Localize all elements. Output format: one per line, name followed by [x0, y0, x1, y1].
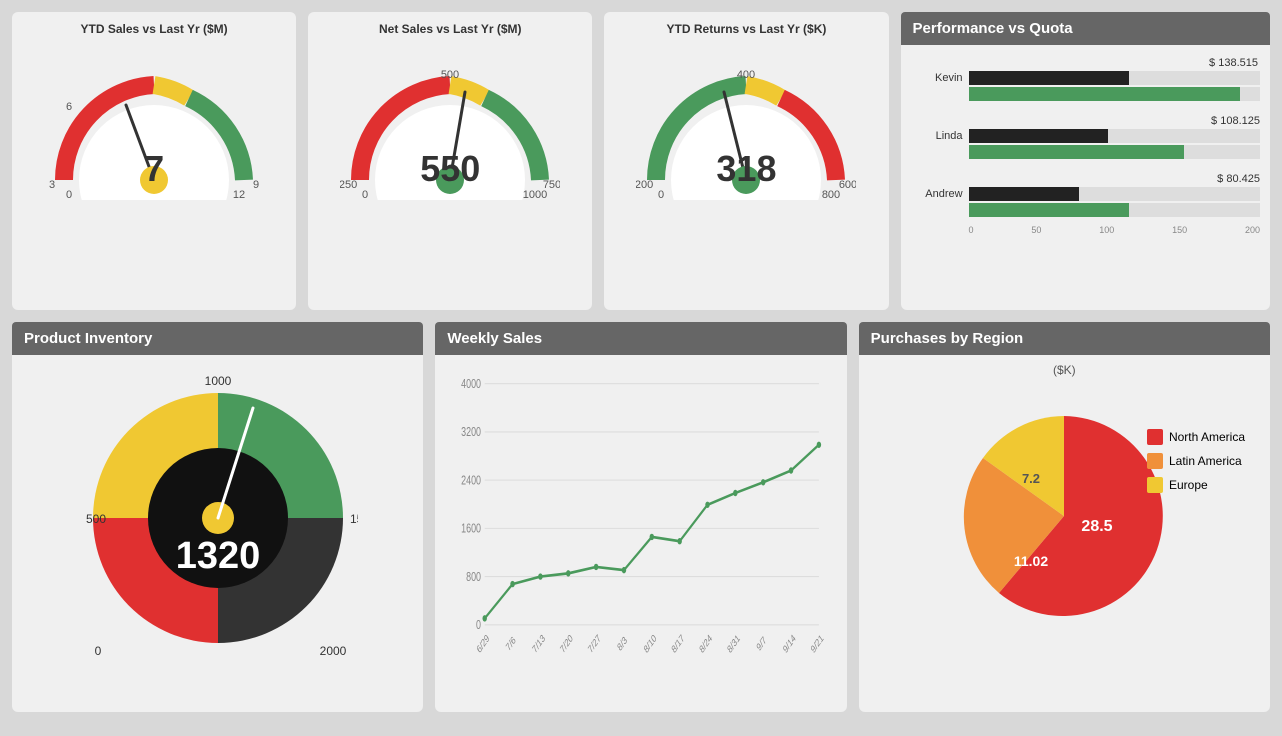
svg-text:9/21: 9/21 [810, 632, 826, 655]
ytd-sales-gauge: 3 6 9 0 12 7 [44, 40, 264, 200]
svg-text:8/10: 8/10 [642, 632, 658, 655]
svg-text:1500: 1500 [350, 512, 358, 526]
legend-north-america: North America [1147, 429, 1245, 445]
svg-text:1320: 1320 [175, 535, 260, 577]
linda-label: Linda [911, 130, 963, 142]
svg-text:0: 0 [362, 189, 368, 200]
ytd-returns-title: YTD Returns vs Last Yr ($K) [667, 22, 827, 36]
svg-text:800: 800 [466, 570, 481, 584]
kevin-label: Kevin [911, 72, 963, 84]
svg-text:7.2: 7.2 [1022, 471, 1040, 486]
perf-row-kevin: $ 138.515 Kevin [911, 57, 1260, 101]
svg-text:6: 6 [66, 101, 72, 113]
svg-text:2000: 2000 [319, 644, 346, 658]
perf-row-linda: $ 108.125 Linda [911, 115, 1260, 159]
north-america-label: North America [1169, 430, 1245, 444]
ytd-returns-value: 318 [636, 148, 856, 190]
purchases-unit: ($K) [869, 363, 1260, 377]
svg-text:8/17: 8/17 [670, 632, 686, 655]
purchases-title: Purchases by Region [859, 322, 1270, 355]
ytd-sales-title: YTD Sales vs Last Yr ($M) [81, 22, 228, 36]
svg-text:1000: 1000 [204, 374, 231, 388]
svg-text:9/7: 9/7 [755, 634, 768, 653]
svg-text:9/14: 9/14 [782, 632, 798, 655]
kevin-value: $ 138.515 [1209, 57, 1258, 69]
legend-latin-america: Latin America [1147, 453, 1245, 469]
svg-text:0: 0 [476, 619, 481, 633]
svg-text:800: 800 [822, 189, 840, 200]
svg-text:8/31: 8/31 [726, 632, 742, 655]
purchases-card: Purchases by Region ($K) 28.5 11.02 [859, 322, 1270, 712]
inventory-card: Product Inventory 1320 [12, 322, 423, 712]
purchases-legend: North America Latin America Europe [1147, 421, 1245, 501]
andrew-label: Andrew [911, 188, 963, 200]
svg-text:0: 0 [94, 644, 101, 658]
svg-text:4000: 4000 [462, 378, 482, 392]
svg-text:0: 0 [658, 189, 664, 200]
ytd-sales-card: YTD Sales vs Last Yr ($M) 3 6 9 0 12 [12, 12, 296, 310]
svg-text:500: 500 [441, 69, 459, 81]
net-sales-title: Net Sales vs Last Yr ($M) [379, 22, 522, 36]
svg-text:1600: 1600 [462, 522, 482, 536]
svg-text:0: 0 [66, 189, 72, 200]
linda-value: $ 108.125 [1211, 115, 1260, 127]
svg-text:7/20: 7/20 [559, 632, 575, 655]
svg-text:400: 400 [737, 69, 755, 81]
weekly-sales-title: Weekly Sales [435, 322, 846, 355]
svg-text:28.5: 28.5 [1082, 518, 1113, 535]
ytd-returns-card: YTD Returns vs Last Yr ($K) 200 400 600 … [604, 12, 888, 310]
svg-text:2400: 2400 [462, 474, 482, 488]
svg-text:8/24: 8/24 [698, 632, 714, 655]
svg-text:8/3: 8/3 [616, 634, 629, 653]
ytd-returns-gauge: 200 400 600 0 800 318 [636, 40, 856, 200]
ytd-sales-value: 7 [44, 148, 264, 190]
svg-text:500: 500 [86, 512, 106, 526]
europe-label: Europe [1169, 478, 1208, 492]
svg-text:7/6: 7/6 [505, 634, 518, 653]
perf-row-andrew: $ 80.425 Andrew [911, 173, 1260, 217]
legend-europe: Europe [1147, 477, 1245, 493]
net-sales-gauge: 250 500 750 0 1000 550 [340, 40, 560, 200]
performance-card: Performance vs Quota $ 138.515 Kevin [901, 12, 1270, 310]
svg-text:12: 12 [233, 189, 245, 200]
net-sales-card: Net Sales vs Last Yr ($M) 250 500 750 0 … [308, 12, 592, 310]
svg-text:11.02: 11.02 [1014, 553, 1048, 569]
weekly-sales-card: Weekly Sales 4000 3200 2400 1600 800 0 [435, 322, 846, 712]
andrew-value: $ 80.425 [1217, 173, 1260, 185]
net-sales-value: 550 [340, 148, 560, 190]
svg-text:6/29: 6/29 [475, 632, 491, 655]
latin-america-label: Latin America [1169, 454, 1242, 468]
svg-text:3200: 3200 [462, 426, 482, 440]
svg-text:1000: 1000 [523, 189, 547, 200]
inventory-title: Product Inventory [12, 322, 423, 355]
svg-text:7/13: 7/13 [531, 632, 547, 655]
performance-title: Performance vs Quota [901, 12, 1270, 45]
svg-text:7/27: 7/27 [587, 632, 603, 655]
